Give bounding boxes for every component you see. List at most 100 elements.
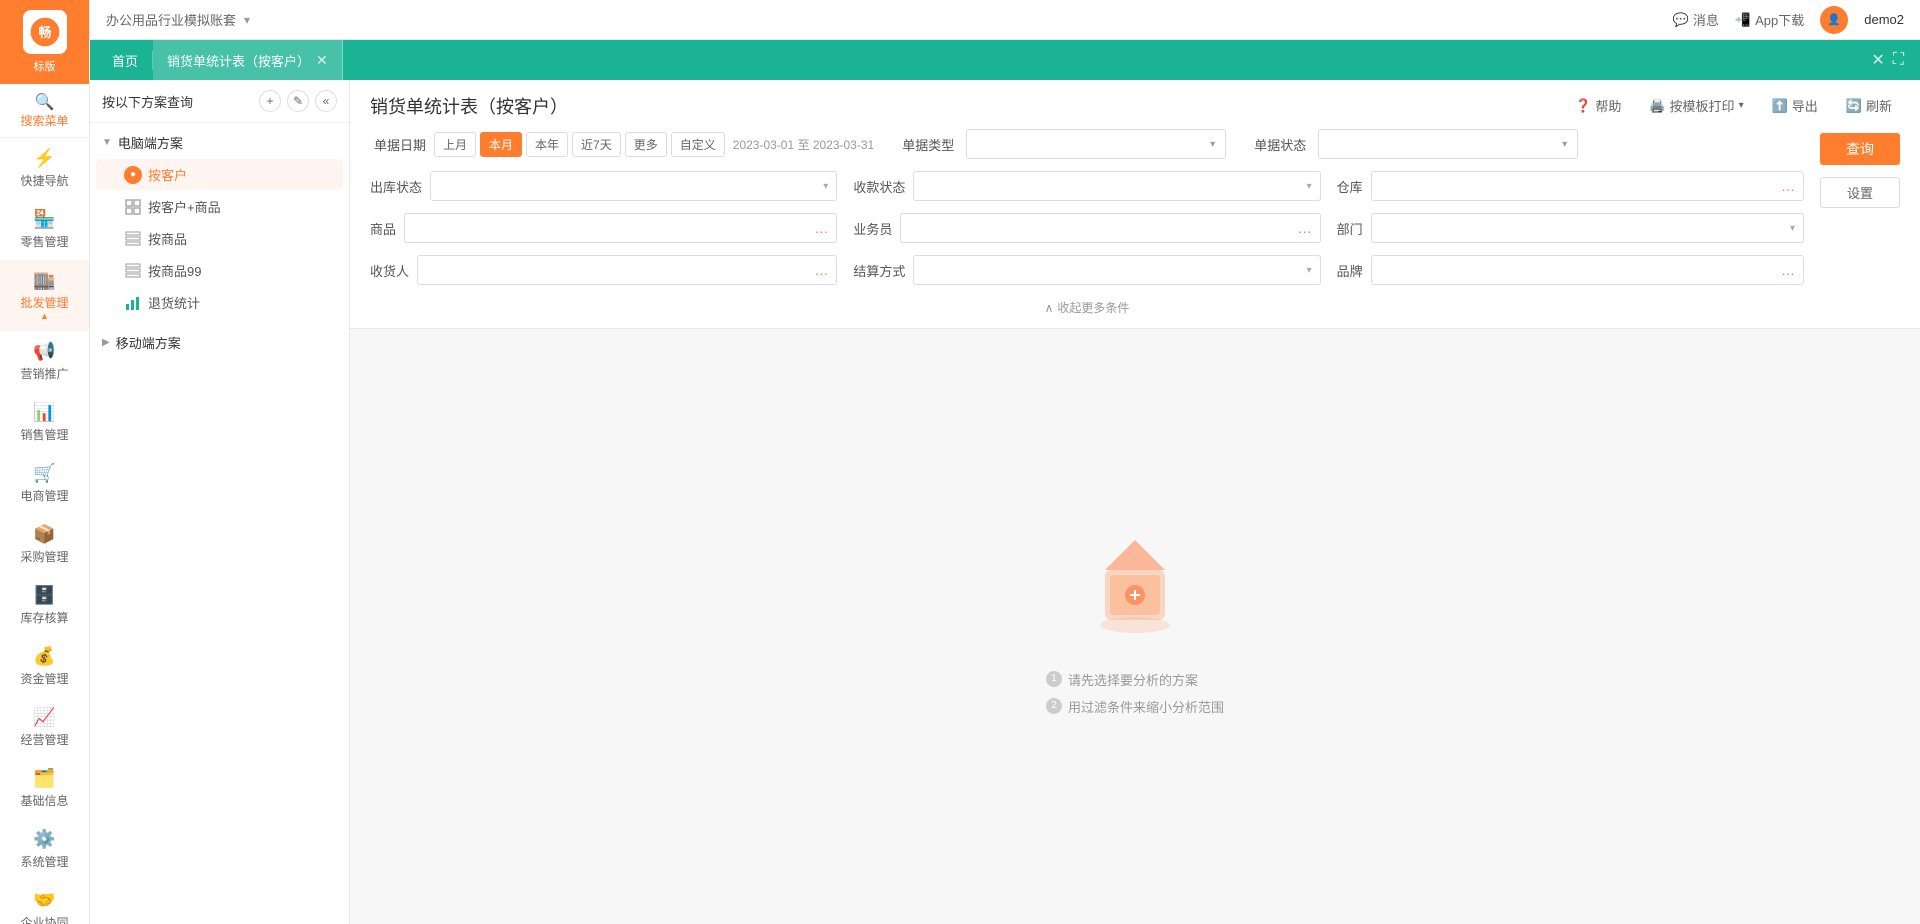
filter-row-3: 商品 … 业务员 …: [370, 213, 1804, 243]
refresh-btn[interactable]: 🔄 刷新: [1838, 92, 1900, 119]
help-btn[interactable]: ❓ 帮助: [1567, 92, 1629, 119]
operation-icon: 📈: [33, 707, 55, 728]
sidebar-item-marketing[interactable]: 📢 营销推广: [0, 331, 89, 392]
date-last-7days-btn[interactable]: 近7天: [572, 132, 621, 157]
date-more-btn[interactable]: 更多: [625, 132, 667, 157]
filter-department: 部门 ▾: [1337, 213, 1804, 243]
ecommerce-icon: 🛒: [33, 463, 55, 484]
filter-row-4: 收货人 … 结算方式 ▾: [370, 255, 1804, 285]
doc-type-arrow-icon: ▾: [1210, 139, 1215, 150]
sidebar-item-basic[interactable]: 🗂️ 基础信息: [0, 758, 89, 819]
empty-tips: 1 请先选择要分析的方案 2 用过滤条件来缩小分析范围: [1046, 670, 1224, 724]
date-last-month-btn[interactable]: 上月: [434, 132, 476, 157]
warehouse-ellipsis-icon: …: [1781, 178, 1795, 194]
sidebar-item-operation[interactable]: 📈 经营管理: [0, 697, 89, 758]
header-title: 办公用品行业模拟账套: [106, 10, 236, 29]
scheme-group-pc: ▼ 电脑端方案 ● 按客户 按客户+商品 按商品: [90, 123, 349, 323]
right-panel: 销货单统计表（按客户） ❓ 帮助 🖨️ 按模板打印 ▾ ⬆️: [350, 80, 1920, 924]
page-header: 销货单统计表（按客户） ❓ 帮助 🖨️ 按模板打印 ▾ ⬆️: [350, 80, 1920, 329]
scheme-item-by-product-99[interactable]: 按商品99: [96, 255, 343, 286]
doc-type-select[interactable]: ▾: [966, 129, 1226, 159]
page-actions: ❓ 帮助 🖨️ 按模板打印 ▾ ⬆️ 导出 �: [1567, 92, 1900, 119]
consignee-select[interactable]: …: [417, 255, 837, 285]
download-icon: 📲: [1735, 12, 1751, 28]
out-status-arrow-icon: ▾: [823, 181, 828, 192]
doc-type-label: 单据类型: [902, 135, 958, 154]
scheme-icon-by-customer: ●: [124, 166, 142, 184]
settings-btn[interactable]: 设置: [1820, 177, 1900, 208]
consignee-label: 收货人: [370, 261, 409, 280]
salesperson-label: 业务员: [853, 219, 892, 238]
filter-salesperson: 业务员 …: [853, 213, 1320, 243]
export-icon: ⬆️: [1772, 98, 1788, 114]
date-this-year-btn[interactable]: 本年: [526, 132, 568, 157]
consignee-ellipsis-icon: …: [814, 262, 828, 278]
sidebar-item-system[interactable]: ⚙️ 系统管理: [0, 819, 89, 880]
sidebar-item-ecommerce[interactable]: 🛒 电商管理: [0, 453, 89, 514]
query-btn[interactable]: 查询: [1820, 133, 1900, 165]
doc-status-label: 单据状态: [1254, 135, 1310, 154]
logo-icon: 畅: [23, 10, 67, 54]
date-custom-btn[interactable]: 自定义: [671, 132, 725, 157]
username-label: demo2: [1864, 12, 1904, 27]
scheme-item-by-product[interactable]: 按商品: [96, 223, 343, 254]
salesperson-select[interactable]: …: [900, 213, 1320, 243]
edit-scheme-btn[interactable]: ✎: [287, 90, 309, 112]
messages-btn[interactable]: 💬 消息: [1673, 10, 1719, 29]
export-btn[interactable]: ⬆️ 导出: [1764, 92, 1826, 119]
header-dropdown-btn[interactable]: ▾: [244, 13, 250, 27]
sidebar-item-enterprise[interactable]: 🤝 企业协同: [0, 880, 89, 924]
scheme-item-by-customer[interactable]: ● 按客户: [96, 159, 343, 190]
brand-select[interactable]: …: [1371, 255, 1804, 285]
date-this-month-btn[interactable]: 本月: [480, 132, 522, 157]
payment-select[interactable]: ▾: [913, 255, 1320, 285]
tab-close-btn[interactable]: ✕: [316, 52, 328, 69]
scheme-group-mobile: ▶ 移动端方案: [90, 323, 349, 362]
product-label: 商品: [370, 219, 396, 238]
doc-status-select[interactable]: ▾: [1318, 129, 1578, 159]
scheme-item-return-stat[interactable]: 退货统计: [96, 287, 343, 318]
out-status-select[interactable]: ▾: [430, 171, 837, 201]
sidebar-item-purchase[interactable]: 📦 采购管理: [0, 514, 89, 575]
search-menu-btn[interactable]: 🔍 搜索菜单: [0, 84, 89, 138]
warehouse-select[interactable]: …: [1371, 171, 1804, 201]
tab-home[interactable]: 首页: [98, 51, 153, 70]
sidebar-item-finance[interactable]: 💰 资金管理: [0, 636, 89, 697]
sidebar-item-sales[interactable]: 📊 销售管理: [0, 392, 89, 453]
window-close-btn[interactable]: ✕: [1871, 50, 1884, 70]
scheme-group-mobile-header[interactable]: ▶ 移动端方案: [90, 327, 349, 358]
receipt-status-select[interactable]: ▾: [913, 171, 1320, 201]
print-arrow-icon: ▾: [1739, 100, 1744, 111]
user-avatar[interactable]: 👤: [1820, 6, 1848, 34]
collapse-panel-btn[interactable]: «: [315, 90, 337, 112]
scheme-item-by-customer-product[interactable]: 按客户+商品: [96, 191, 343, 222]
tab-sales-stat[interactable]: 销货单统计表（按客户） ✕: [153, 40, 343, 80]
filter-container: 单据日期 上月 本月 本年 近7天 更多 自定义 2023-03-01 至 20…: [370, 129, 1900, 328]
sidebar-item-shortcut[interactable]: ⚡ 快捷导航: [0, 138, 89, 199]
warehouse-label: 仓库: [1337, 177, 1363, 196]
basic-icon: 🗂️: [33, 768, 55, 789]
filter-payment: 结算方式 ▾: [853, 255, 1320, 285]
scheme-icon-customer-product: [124, 198, 142, 216]
sidebar-item-retail[interactable]: 🏪 零售管理: [0, 199, 89, 260]
tab-window-btns: ✕ ⛶: [1871, 50, 1912, 70]
window-maximize-btn[interactable]: ⛶: [1893, 51, 1904, 69]
payment-label: 结算方式: [853, 261, 905, 280]
message-icon: 💬: [1673, 12, 1689, 28]
sidebar-logo[interactable]: 畅 标版: [0, 0, 89, 84]
product-select[interactable]: …: [404, 213, 837, 243]
sidebar-nav: 🏪 零售管理 🏬 批发管理 ▲ 📢 营销推广 📊 销售管理 🛒 电商管理 📦 采…: [0, 199, 89, 924]
department-label: 部门: [1337, 219, 1363, 238]
collapse-filter-btn[interactable]: ∧ 收起更多条件: [370, 293, 1804, 328]
add-scheme-btn[interactable]: +: [259, 90, 281, 112]
filter-out-status: 出库状态 ▾: [370, 171, 837, 201]
filter-row-2: 出库状态 ▾ 收款状态 ▾: [370, 171, 1804, 201]
sidebar-item-inventory[interactable]: 🗄️ 库存核算: [0, 575, 89, 636]
print-btn[interactable]: 🖨️ 按模板打印 ▾: [1641, 92, 1751, 119]
department-select[interactable]: ▾: [1371, 213, 1804, 243]
left-panel-header: 按以下方案查询 + ✎ «: [90, 80, 349, 123]
scheme-group-pc-header[interactable]: ▼ 电脑端方案: [90, 127, 349, 158]
app-download-btn[interactable]: 📲 App下载: [1735, 10, 1804, 29]
sidebar-item-wholesale[interactable]: 🏬 批发管理 ▲: [0, 260, 89, 331]
page-title-row: 销货单统计表（按客户） ❓ 帮助 🖨️ 按模板打印 ▾ ⬆️: [370, 92, 1900, 119]
